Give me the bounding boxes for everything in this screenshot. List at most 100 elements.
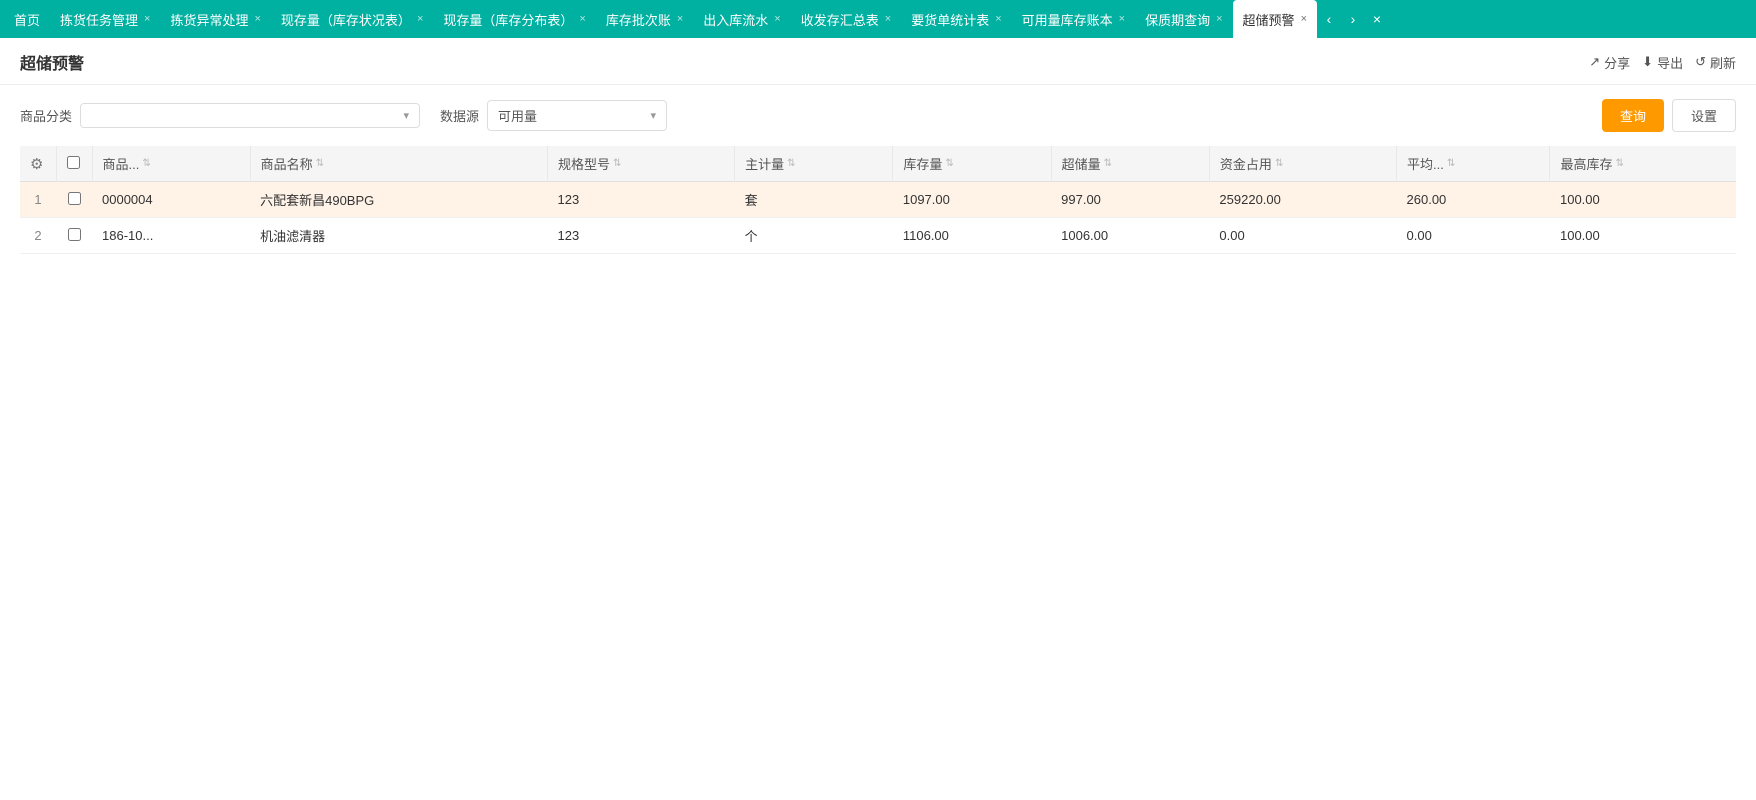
filter-buttons: 查询 设置 <box>1602 99 1736 132</box>
nav-label-7: 收发存汇总表 <box>801 10 879 29</box>
cell-product-name: 机油滤清器 <box>250 218 547 254</box>
refresh-icon: ↺ <box>1695 54 1706 70</box>
filter-group-category: 商品分类 ▾ <box>20 103 420 128</box>
chevron-down-icon-2: ▾ <box>651 109 657 122</box>
nav-label-6: 出入库流水 <box>703 10 768 29</box>
table-row: 2 186-10... 机油滤清器 123 个 1106.00 1006.00 … <box>20 218 1736 254</box>
row-checkbox-cell <box>56 182 92 218</box>
sort-icon-max-stock: ⇅ <box>1616 158 1624 169</box>
nav-item-10[interactable]: 保质期查询 × <box>1135 0 1232 38</box>
cell-stock: 1106.00 <box>893 218 1051 254</box>
cell-capital: 0.00 <box>1209 218 1396 254</box>
cell-spec: 123 <box>547 182 734 218</box>
nav-item-4[interactable]: 现存量（库存分布表） × <box>433 0 595 38</box>
th-stock-label: 库存量 <box>903 154 942 173</box>
datasource-label: 数据源 <box>440 106 479 125</box>
cell-spec: 123 <box>547 218 734 254</box>
table-wrap: ⚙ 商品... ⇅ 商品名称 ⇅ <box>0 146 1756 254</box>
datasource-select[interactable]: 可用量 ▾ <box>487 100 667 131</box>
cell-product-code: 0000004 <box>92 182 250 218</box>
cell-max-stock: 100.00 <box>1550 218 1736 254</box>
close-icon-11[interactable]: × <box>1301 13 1307 25</box>
sort-icon-avg: ⇅ <box>1447 158 1455 169</box>
refresh-label: 刷新 <box>1710 53 1736 72</box>
chevron-down-icon: ▾ <box>403 109 409 122</box>
export-button[interactable]: ⬇ 导出 <box>1642 53 1683 72</box>
th-unit-label: 主计量 <box>745 154 784 173</box>
nav-bar: 首页 拣货任务管理 × 拣货异常处理 × 现存量（库存状况表） × 现存量（库存… <box>0 0 1756 38</box>
close-icon-5[interactable]: × <box>677 13 683 25</box>
nav-item-3[interactable]: 现存量（库存状况表） × <box>271 0 433 38</box>
export-icon: ⬇ <box>1642 54 1653 70</box>
nav-label-3: 现存量（库存状况表） <box>281 10 411 29</box>
cell-product-code: 186-10... <box>92 218 250 254</box>
th-gear[interactable]: ⚙ <box>20 146 56 182</box>
gear-icon[interactable]: ⚙ <box>30 156 43 173</box>
share-label: 分享 <box>1604 53 1630 72</box>
row-checkbox-cell <box>56 218 92 254</box>
th-capital[interactable]: 资金占用 ⇅ <box>1209 146 1396 182</box>
row-number: 1 <box>20 182 56 218</box>
nav-item-6[interactable]: 出入库流水 × <box>693 0 790 38</box>
th-over-stock[interactable]: 超储量 ⇅ <box>1051 146 1209 182</box>
row-checkbox[interactable] <box>68 192 81 205</box>
category-label: 商品分类 <box>20 106 72 125</box>
cell-avg: 0.00 <box>1397 218 1550 254</box>
export-label: 导出 <box>1657 53 1683 72</box>
th-avg[interactable]: 平均... ⇅ <box>1397 146 1550 182</box>
th-spec[interactable]: 规格型号 ⇅ <box>547 146 734 182</box>
sort-icon-spec: ⇅ <box>613 158 621 169</box>
th-product-code[interactable]: 商品... ⇅ <box>92 146 250 182</box>
row-checkbox[interactable] <box>68 228 81 241</box>
close-icon-1[interactable]: × <box>144 13 150 25</box>
th-over-stock-label: 超储量 <box>1062 154 1101 173</box>
nav-item-8[interactable]: 要货单统计表 × <box>901 0 1011 38</box>
close-icon-2[interactable]: × <box>254 13 260 25</box>
nav-item-home[interactable]: 首页 <box>4 0 50 38</box>
th-unit[interactable]: 主计量 ⇅ <box>735 146 893 182</box>
th-stock[interactable]: 库存量 ⇅ <box>893 146 1051 182</box>
share-button[interactable]: ↗ 分享 <box>1589 53 1630 72</box>
cell-over-stock: 1006.00 <box>1051 218 1209 254</box>
sort-icon-stock: ⇅ <box>945 158 953 169</box>
nav-label-10: 保质期查询 <box>1145 10 1210 29</box>
share-icon: ↗ <box>1589 54 1600 70</box>
table-header-row: ⚙ 商品... ⇅ 商品名称 ⇅ <box>20 146 1736 182</box>
cell-avg: 260.00 <box>1397 182 1550 218</box>
header-actions: ↗ 分享 ⬇ 导出 ↺ 刷新 <box>1589 53 1736 72</box>
nav-arrow-right[interactable]: › <box>1341 0 1365 38</box>
th-product-code-label: 商品... <box>103 154 140 173</box>
close-icon-8[interactable]: × <box>995 13 1001 25</box>
nav-item-2[interactable]: 拣货异常处理 × <box>160 0 270 38</box>
nav-item-7[interactable]: 收发存汇总表 × <box>791 0 901 38</box>
select-all-checkbox[interactable] <box>67 156 80 169</box>
nav-arrow-more[interactable]: × <box>1365 0 1389 38</box>
nav-item-11[interactable]: 超储预警 × <box>1233 0 1317 38</box>
th-product-name[interactable]: 商品名称 ⇅ <box>250 146 547 182</box>
nav-label-5: 库存批次账 <box>606 10 671 29</box>
nav-arrow-left[interactable]: ‹ <box>1317 0 1341 38</box>
query-button[interactable]: 查询 <box>1602 99 1664 132</box>
row-number: 2 <box>20 218 56 254</box>
close-icon-10[interactable]: × <box>1216 13 1222 25</box>
nav-label-8: 要货单统计表 <box>911 10 989 29</box>
sort-icon-name: ⇅ <box>316 158 324 169</box>
category-select[interactable]: ▾ <box>80 103 420 128</box>
nav-item-9[interactable]: 可用量库存账本 × <box>1012 0 1135 38</box>
cell-max-stock: 100.00 <box>1550 182 1736 218</box>
setting-button[interactable]: 设置 <box>1672 99 1736 132</box>
close-icon-9[interactable]: × <box>1119 13 1125 25</box>
nav-item-1[interactable]: 拣货任务管理 × <box>50 0 160 38</box>
table-body: 1 0000004 六配套新昌490BPG 123 套 1097.00 997.… <box>20 182 1736 254</box>
refresh-button[interactable]: ↺ 刷新 <box>1695 53 1736 72</box>
nav-label-11: 超储预警 <box>1243 10 1295 29</box>
close-icon-7[interactable]: × <box>885 13 891 25</box>
close-icon-6[interactable]: × <box>774 13 780 25</box>
nav-item-5[interactable]: 库存批次账 × <box>596 0 693 38</box>
close-icon-3[interactable]: × <box>417 13 423 25</box>
nav-label-home: 首页 <box>14 10 40 29</box>
th-capital-label: 资金占用 <box>1220 154 1272 173</box>
close-icon-4[interactable]: × <box>579 13 585 25</box>
th-max-stock[interactable]: 最高库存 ⇅ <box>1550 146 1736 182</box>
data-table: ⚙ 商品... ⇅ 商品名称 ⇅ <box>20 146 1736 254</box>
